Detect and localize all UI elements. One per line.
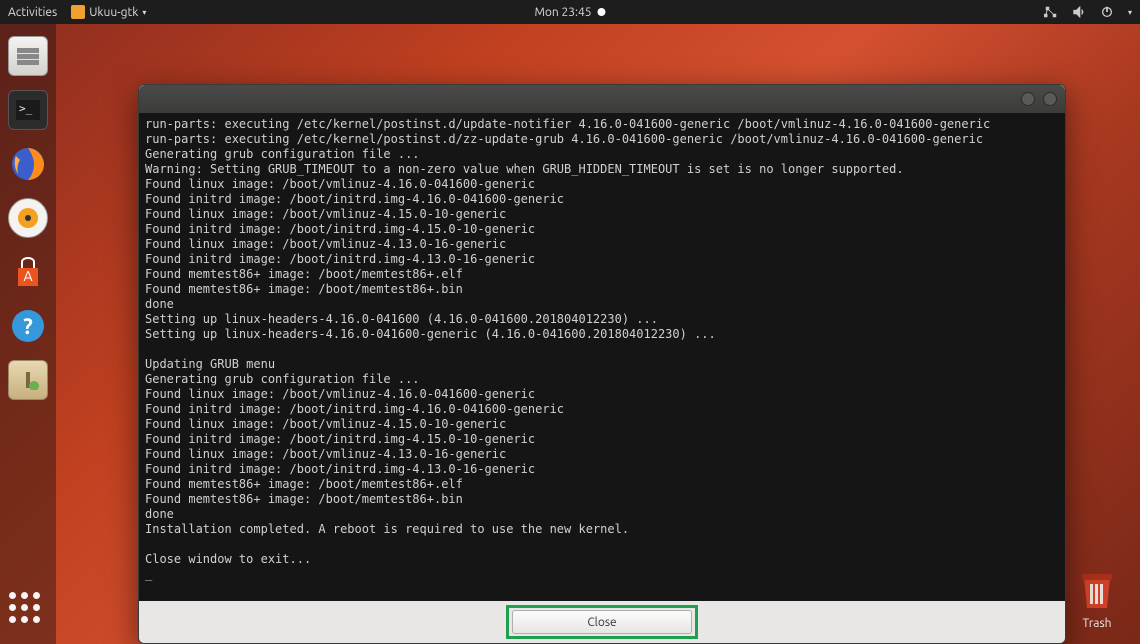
dock-item-help[interactable]: ? — [8, 306, 48, 346]
terminal-icon: >_ — [16, 100, 40, 120]
clock[interactable]: Mon 23:45 — [534, 6, 605, 19]
software-icon: A — [10, 254, 46, 290]
network-icon[interactable] — [1044, 5, 1058, 19]
music-icon — [16, 206, 40, 230]
ukuu-window: run-parts: executing /etc/kernel/postins… — [138, 84, 1066, 644]
dock-item-archive[interactable] — [8, 360, 48, 400]
archive-icon — [16, 370, 40, 390]
titlebar[interactable] — [139, 85, 1065, 113]
notification-dot-icon — [598, 8, 606, 16]
svg-text:A: A — [23, 268, 32, 284]
dock-item-rhythmbox[interactable] — [8, 198, 48, 238]
app-icon — [71, 5, 85, 19]
show-applications-button[interactable] — [9, 592, 47, 630]
volume-icon[interactable] — [1072, 5, 1086, 19]
trash-icon — [1078, 570, 1116, 610]
power-icon[interactable] — [1100, 5, 1114, 19]
maximize-button[interactable] — [1043, 92, 1057, 106]
dock: >_ A ? — [0, 24, 56, 644]
close-button[interactable]: Close — [512, 610, 692, 634]
trash[interactable]: Trash — [1078, 570, 1116, 630]
help-icon: ? — [10, 308, 46, 344]
dock-item-terminal[interactable]: >_ — [8, 90, 48, 130]
top-bar: Activities Ukuu-gtk ▾ Mon 23:45 ▾ — [0, 0, 1140, 24]
trash-label: Trash — [1078, 617, 1116, 630]
clock-label: Mon 23:45 — [534, 6, 591, 19]
dock-item-firefox[interactable] — [8, 144, 48, 184]
dock-item-files[interactable] — [8, 36, 48, 76]
button-row: Close — [139, 601, 1065, 643]
minimize-button[interactable] — [1021, 92, 1035, 106]
firefox-icon — [10, 146, 46, 182]
dock-item-software[interactable]: A — [8, 252, 48, 292]
app-menu[interactable]: Ukuu-gtk ▾ — [71, 5, 146, 19]
activities-button[interactable]: Activities — [8, 6, 57, 19]
app-name-label: Ukuu-gtk — [89, 6, 138, 19]
files-icon — [15, 44, 41, 68]
system-menu-chevron-icon[interactable]: ▾ — [1128, 8, 1132, 17]
svg-text:>_: >_ — [19, 102, 33, 115]
chevron-down-icon: ▾ — [142, 8, 146, 17]
terminal-output: run-parts: executing /etc/kernel/postins… — [139, 113, 1065, 601]
svg-text:?: ? — [23, 314, 33, 339]
